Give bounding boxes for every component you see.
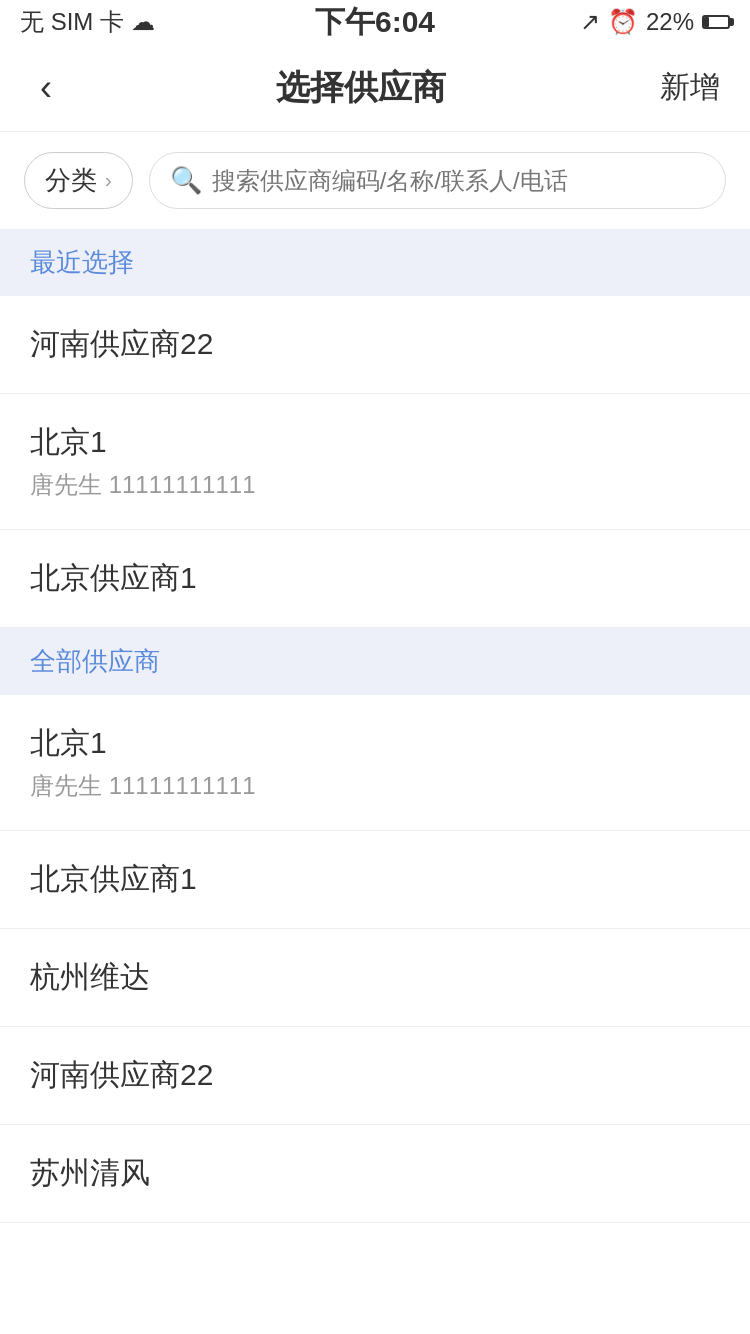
battery-level: 22% <box>646 8 694 36</box>
all-section-header: 全部供应商 <box>0 628 750 695</box>
list-item[interactable]: 河南供应商22 <box>0 296 750 394</box>
sim-status: 无 SIM 卡 ☁ <box>20 6 155 38</box>
list-item[interactable]: 北京供应商1 <box>0 831 750 929</box>
list-item[interactable]: 北京1 唐先生 11111111111 <box>0 695 750 831</box>
page-title: 选择供应商 <box>276 65 446 111</box>
back-button[interactable]: ‹ <box>30 57 62 119</box>
item-name: 河南供应商22 <box>30 1055 720 1096</box>
item-name: 河南供应商22 <box>30 324 720 365</box>
item-name: 北京1 <box>30 422 720 463</box>
status-bar: 无 SIM 卡 ☁ 下午6:04 ↗ ⏰ 22% <box>0 0 750 44</box>
list-item[interactable]: 河南供应商22 <box>0 1027 750 1125</box>
alarm-icon: ⏰ <box>608 8 638 36</box>
all-items-list: 北京1 唐先生 11111111111 北京供应商1 杭州维达河南供应商22 苏州清风 <box>0 695 750 1223</box>
filter-bar: 分类 › 🔍 <box>0 132 750 229</box>
recent-section-header: 最近选择 <box>0 229 750 296</box>
location-icon: ↗ <box>580 8 600 36</box>
search-box: 🔍 <box>149 152 726 209</box>
search-icon: 🔍 <box>170 165 202 196</box>
recent-items-list: 河南供应商22 北京1 唐先生 11111111111 北京供应商1 <box>0 296 750 628</box>
nav-bar: ‹ 选择供应商 新增 <box>0 44 750 132</box>
item-sub: 唐先生 11111111111 <box>30 469 720 501</box>
all-section-label: 全部供应商 <box>30 646 160 676</box>
list-item[interactable]: 北京供应商1 <box>0 530 750 628</box>
add-button[interactable]: 新增 <box>660 67 720 108</box>
item-name: 北京1 <box>30 723 720 764</box>
list-item[interactable]: 苏州清风 <box>0 1125 750 1223</box>
recent-section-label: 最近选择 <box>30 247 134 277</box>
category-button[interactable]: 分类 › <box>24 152 133 209</box>
item-sub: 唐先生 11111111111 <box>30 770 720 802</box>
category-label: 分类 <box>45 163 97 198</box>
item-name: 北京供应商1 <box>30 558 720 599</box>
battery-icon <box>702 15 730 29</box>
list-item[interactable]: 杭州维达 <box>0 929 750 1027</box>
status-time: 下午6:04 <box>315 2 435 43</box>
chevron-right-icon: › <box>105 169 112 192</box>
search-input[interactable] <box>212 167 705 195</box>
status-left: 无 SIM 卡 ☁ <box>20 6 155 38</box>
item-name: 苏州清风 <box>30 1153 720 1194</box>
list-item[interactable]: 北京1 唐先生 11111111111 <box>0 394 750 530</box>
item-name: 北京供应商1 <box>30 859 720 900</box>
status-right: ↗ ⏰ 22% <box>580 8 730 36</box>
item-name: 杭州维达 <box>30 957 720 998</box>
